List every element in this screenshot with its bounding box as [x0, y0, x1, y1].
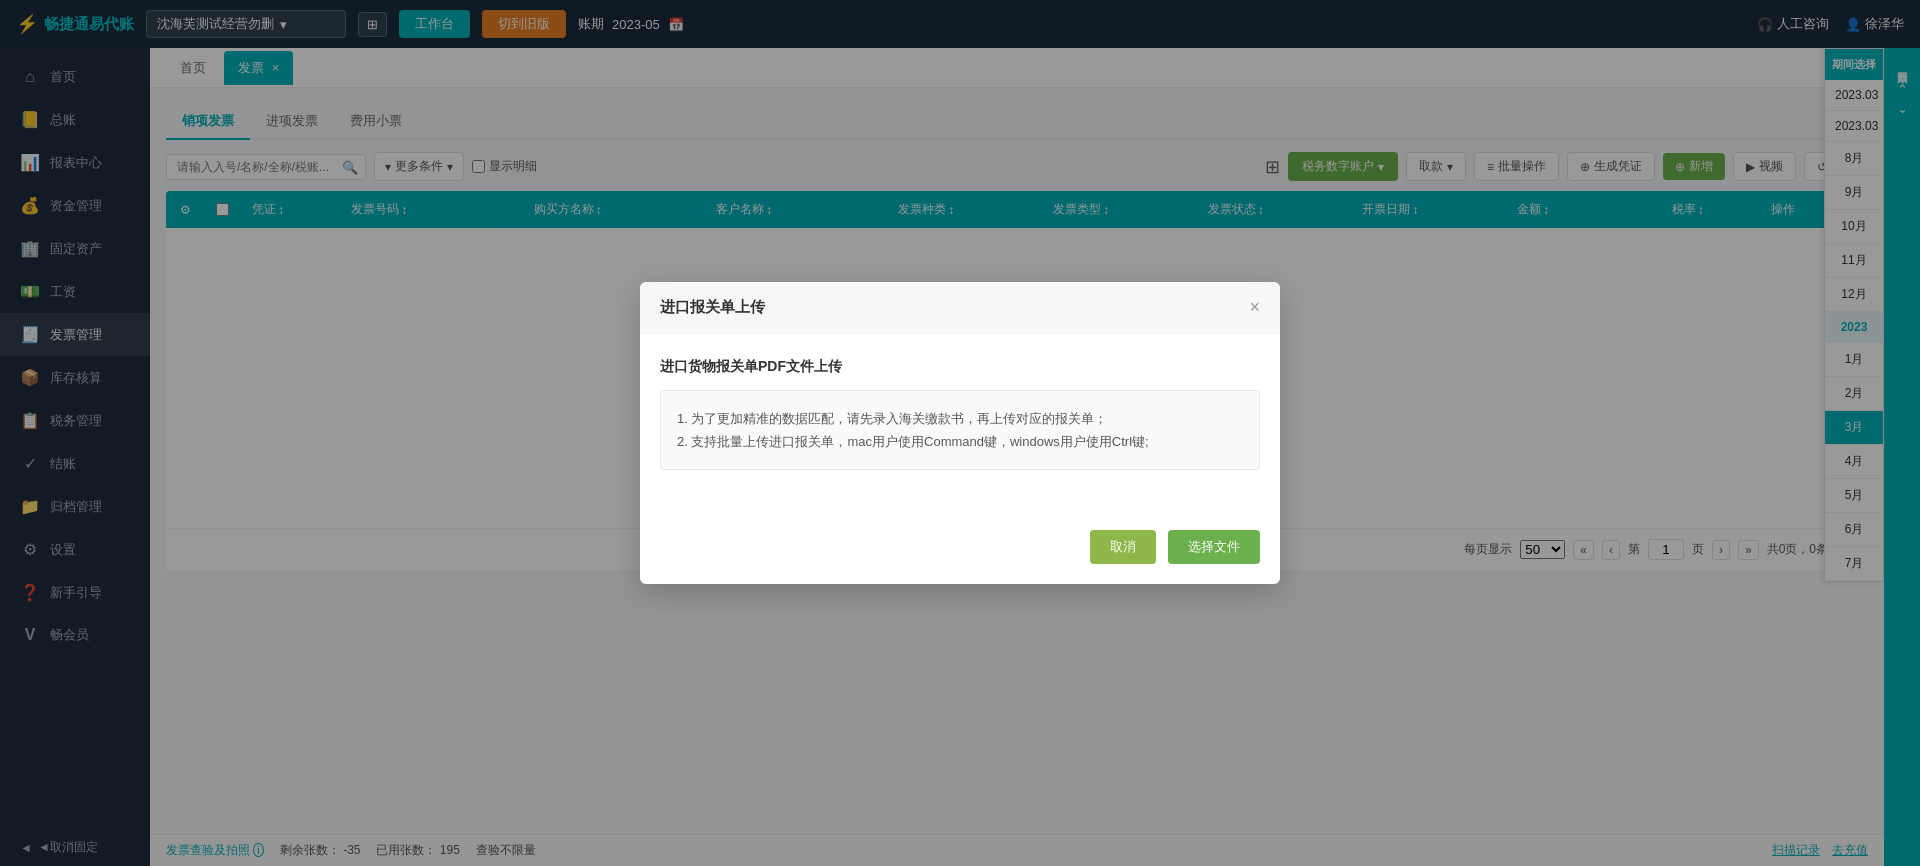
- import-customs-modal: 进口报关单上传 × 进口货物报关单PDF文件上传 1. 为了更加精准的数据匹配，…: [640, 282, 1280, 585]
- modal-footer: 取消 选择文件: [640, 514, 1280, 584]
- modal-overlay: 进口报关单上传 × 进口货物报关单PDF文件上传 1. 为了更加精准的数据匹配，…: [0, 0, 1920, 866]
- modal-info-item-1: 1. 为了更加精准的数据匹配，请先录入海关缴款书，再上传对应的报关单；: [677, 407, 1243, 430]
- modal-info-box: 1. 为了更加精准的数据匹配，请先录入海关缴款书，再上传对应的报关单； 2. 支…: [660, 390, 1260, 471]
- modal-title: 进口报关单上传: [660, 298, 765, 317]
- modal-header: 进口报关单上传 ×: [640, 282, 1280, 334]
- modal-body: 进口货物报关单PDF文件上传 1. 为了更加精准的数据匹配，请先录入海关缴款书，…: [640, 334, 1280, 515]
- modal-section-title: 进口货物报关单PDF文件上传: [660, 358, 1260, 376]
- modal-close-btn[interactable]: ×: [1249, 298, 1260, 316]
- modal-info-item-2: 2. 支持批量上传进口报关单，mac用户使用Command键，windows用户…: [677, 430, 1243, 453]
- select-file-btn[interactable]: 选择文件: [1168, 530, 1260, 564]
- modal-cancel-btn[interactable]: 取消: [1090, 530, 1156, 564]
